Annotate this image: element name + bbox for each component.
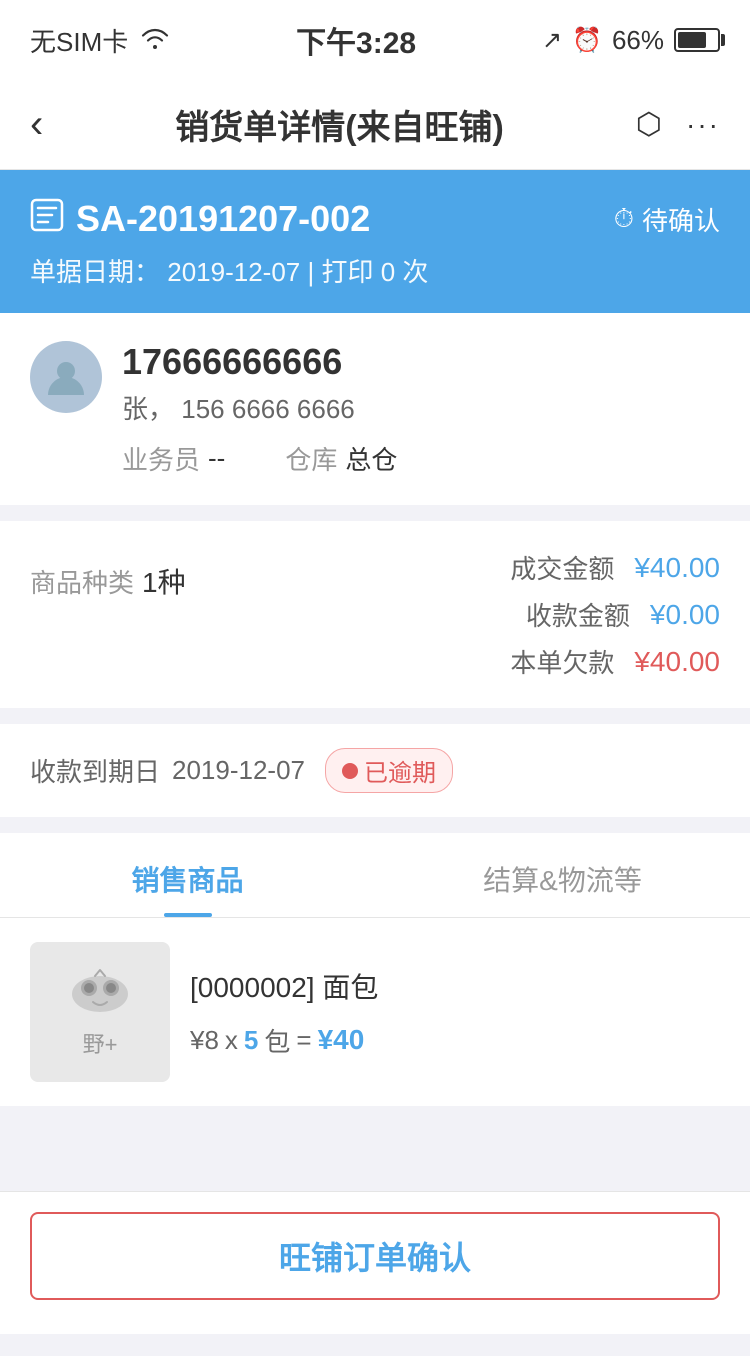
brand-plus: 野+ xyxy=(83,1027,118,1059)
order-date-info: 单据日期： 2019-12-07 | 打印 0 次 xyxy=(30,252,720,289)
customer-name: 张 xyxy=(122,394,148,424)
overdue-badge: 已逾期 xyxy=(325,748,453,793)
alarm-icon: ⏰ xyxy=(572,26,602,55)
customer-section: 17666666666 张， 156 6666 6666 业务员 -- 仓库 总… xyxy=(0,313,750,505)
due-date-section: 收款到期日 2019-12-07 已逾期 xyxy=(0,724,750,817)
nav-actions: ⬡ ··· xyxy=(636,107,720,142)
salesman-label: 业务员 xyxy=(122,440,200,477)
status-bar: 无SIM卡 下午3:28 ↗ ⏰ 66% xyxy=(0,0,750,80)
collection-label: 收款金额 xyxy=(526,596,630,633)
amount-value: ¥40.00 xyxy=(634,552,720,584)
customer-avatar xyxy=(30,341,102,413)
due-date-label: 收款到期日 xyxy=(30,752,160,789)
summary-left: 商品种类 1种 xyxy=(30,549,186,601)
print-suffix: 次 xyxy=(402,257,428,287)
date-label: 单据日期： xyxy=(30,257,160,287)
overdue-text: 已逾期 xyxy=(364,753,436,788)
wifi-icon xyxy=(140,25,170,56)
collection-row: 收款金额 ¥0.00 xyxy=(526,596,720,633)
product-unit: 包 xyxy=(264,1022,290,1059)
order-header-card: SA-20191207-002 ⏱ 待确认 单据日期： 2019-12-07 |… xyxy=(0,170,750,313)
category-label: 商品种类 xyxy=(30,563,134,600)
status-left: 无SIM卡 xyxy=(30,22,170,59)
print-label: | 打印 xyxy=(307,257,380,287)
product-price-row: ¥8 x 5 包 = ¥40 xyxy=(190,1022,720,1059)
order-id: SA-20191207-002 xyxy=(30,198,370,240)
product-thumb-img: 野+ xyxy=(30,942,170,1082)
product-qty: 5 xyxy=(244,1025,258,1056)
status-clock-icon: ⏱ xyxy=(614,203,634,235)
amount-row: 成交金额 ¥40.00 xyxy=(510,549,720,586)
order-date: 2019-12-07 xyxy=(167,257,300,287)
status-text: 待确认 xyxy=(642,201,720,238)
print-count: 0 xyxy=(381,257,395,287)
customer-alt-phone: 156 6666 6666 xyxy=(181,394,355,424)
equals-sign: = xyxy=(296,1025,311,1056)
nav-bar: ‹ 销货单详情(来自旺铺) ⬡ ··· xyxy=(0,80,750,170)
product-section: 野+ [0000002] 面包 ¥8 x 5 包 = ¥40 xyxy=(0,918,750,1106)
salesman-meta: 业务员 -- xyxy=(122,440,225,477)
page-title: 销货单详情(来自旺铺) xyxy=(175,100,504,149)
amount-label: 成交金额 xyxy=(510,549,614,586)
customer-name-phone: 张， 156 6666 6666 xyxy=(122,389,720,426)
battery-percent: 66% xyxy=(612,25,664,56)
warehouse-label: 仓库 xyxy=(285,440,337,477)
status-right: ↗ ⏰ 66% xyxy=(542,25,720,56)
carrier-text: 无SIM卡 xyxy=(30,22,128,59)
summary-right: 成交金额 ¥40.00 收款金额 ¥0.00 本单欠款 ¥40.00 xyxy=(510,549,720,680)
time-display: 下午3:28 xyxy=(296,18,416,62)
back-button[interactable]: ‹ xyxy=(30,102,43,147)
customer-phone: 17666666666 xyxy=(122,341,720,383)
tab-settlement[interactable]: 结算&物流等 xyxy=(375,833,750,917)
category-row: 商品种类 1种 xyxy=(30,561,186,601)
customer-info: 17666666666 张， 156 6666 6666 业务员 -- 仓库 总… xyxy=(122,341,720,477)
salesman-value: -- xyxy=(208,443,225,474)
product-item: 野+ [0000002] 面包 ¥8 x 5 包 = ¥40 xyxy=(30,942,720,1082)
overdue-dot-icon xyxy=(342,763,358,779)
tabs-header: 销售商品 结算&物流等 xyxy=(0,833,750,918)
battery-icon xyxy=(674,28,720,52)
tab-sales-label: 销售商品 xyxy=(131,865,243,896)
order-status: ⏱ 待确认 xyxy=(614,201,720,238)
warehouse-value: 总仓 xyxy=(345,440,397,477)
product-price: ¥8 xyxy=(190,1025,219,1056)
product-title: 面包 xyxy=(322,972,378,1003)
category-value: 1种 xyxy=(142,561,186,601)
customer-meta: 业务员 -- 仓库 总仓 xyxy=(122,440,720,477)
owed-value: ¥40.00 xyxy=(634,646,720,678)
more-icon[interactable]: ··· xyxy=(686,109,720,141)
product-thumbnail: 野+ xyxy=(30,942,170,1082)
product-details: [0000002] 面包 ¥8 x 5 包 = ¥40 xyxy=(190,966,720,1059)
multiply-sign: x xyxy=(225,1025,238,1056)
share-icon[interactable]: ⬡ xyxy=(636,107,662,142)
owed-label: 本单欠款 xyxy=(510,643,614,680)
warehouse-meta: 仓库 总仓 xyxy=(285,440,397,477)
product-name: [0000002] 面包 xyxy=(190,966,720,1006)
owl-icon xyxy=(65,966,135,1023)
tabs-section: 销售商品 结算&物流等 xyxy=(0,833,750,1106)
location-icon: ↗ xyxy=(542,26,562,55)
summary-section: 商品种类 1种 成交金额 ¥40.00 收款金额 ¥0.00 本单欠款 ¥40.… xyxy=(0,521,750,708)
order-icon xyxy=(30,198,64,240)
confirm-order-button[interactable]: 旺铺订单确认 xyxy=(30,1212,720,1300)
due-date-value: 2019-12-07 xyxy=(172,755,305,786)
product-total: ¥40 xyxy=(318,1024,365,1056)
collection-value: ¥0.00 xyxy=(650,599,720,631)
order-header-top: SA-20191207-002 ⏱ 待确认 xyxy=(30,198,720,240)
bottom-bar: 旺铺订单确认 xyxy=(0,1191,750,1334)
tab-sales-products[interactable]: 销售商品 xyxy=(0,833,375,917)
owed-row: 本单欠款 ¥40.00 xyxy=(510,643,720,680)
order-id-text: SA-20191207-002 xyxy=(76,198,370,240)
product-code: [0000002] xyxy=(190,972,315,1003)
tab-settlement-label: 结算&物流等 xyxy=(483,865,642,896)
